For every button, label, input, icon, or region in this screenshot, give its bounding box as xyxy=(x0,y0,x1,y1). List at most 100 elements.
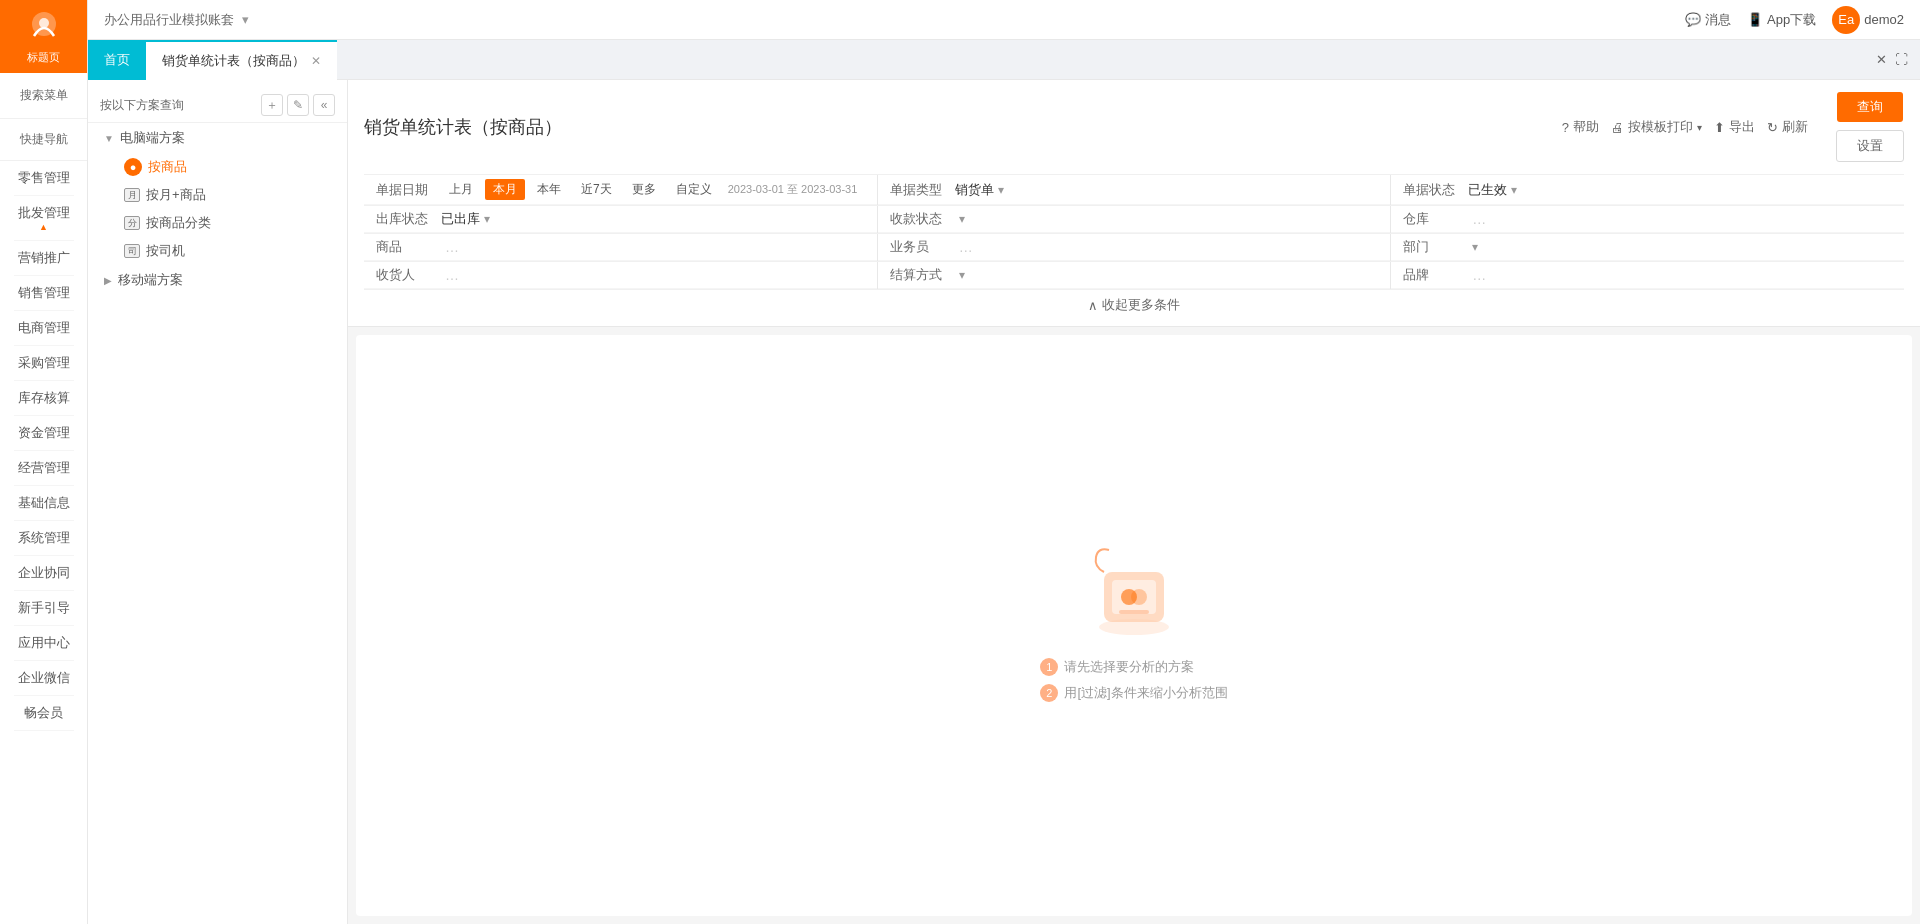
sidebar-item-inventory[interactable]: 库存核算 xyxy=(14,381,74,416)
filter-warehouse-field: 仓库 … xyxy=(1391,206,1904,233)
doc-type-value[interactable]: 销货单 ▾ xyxy=(955,181,1379,199)
message-btn[interactable]: 💬 消息 xyxy=(1685,11,1731,29)
doc-status-value[interactable]: 已生效 ▾ xyxy=(1468,181,1892,199)
help-btn[interactable]: ? 帮助 xyxy=(1562,118,1599,136)
app-download-btn[interactable]: 📱 App下载 xyxy=(1747,11,1816,29)
svg-point-6 xyxy=(1131,589,1147,605)
date-tab-last-month[interactable]: 上月 xyxy=(441,179,481,200)
filter-row-2: 出库状态 已出库 ▾ 收款状态 ▾ xyxy=(364,206,1904,234)
brand-value[interactable]: … xyxy=(1468,267,1892,283)
filter-row-1: 单据日期 上月 本月 本年 近7天 更多 自定义 2023-03-01 至 20… xyxy=(364,174,1904,206)
close-window-icon[interactable]: ✕ xyxy=(1876,52,1887,67)
settings-button[interactable]: 设置 xyxy=(1836,130,1904,162)
avatar-initials: Ea xyxy=(1838,12,1854,27)
sidebar-logo[interactable]: 标题页 xyxy=(0,0,87,73)
tree-mobile-schemes[interactable]: ▶ 移动端方案 xyxy=(88,265,347,295)
search-menu-label[interactable]: 搜索菜单 xyxy=(20,83,68,108)
refresh-icon: ↻ xyxy=(1767,120,1778,135)
tree-item-by-category[interactable]: 分 按商品分类 xyxy=(116,209,347,237)
sidebar-item-member[interactable]: 畅会员 xyxy=(14,696,74,731)
message-icon: 💬 xyxy=(1685,12,1701,27)
sidebar-item-wechat[interactable]: 企业微信 xyxy=(14,661,74,696)
tree-item-by-product[interactable]: ● 按商品 xyxy=(116,153,347,181)
brand-dots-icon[interactable]: … xyxy=(1472,267,1486,283)
export-btn[interactable]: ⬆ 导出 xyxy=(1714,118,1755,136)
sidebar-item-finance[interactable]: 资金管理 xyxy=(14,416,74,451)
collapse-filters-btn[interactable]: ∧ 收起更多条件 xyxy=(364,290,1904,314)
svg-rect-7 xyxy=(1119,610,1149,614)
tab-home[interactable]: 首页 xyxy=(88,40,146,80)
product-value[interactable]: … xyxy=(441,239,865,255)
date-tab-this-month[interactable]: 本月 xyxy=(485,179,525,200)
tree-pc-schemes[interactable]: ▼ 电脑端方案 xyxy=(88,123,347,153)
filter-product-field: 商品 … xyxy=(364,234,877,261)
tree-item-by-driver[interactable]: 司 按司机 xyxy=(116,237,347,265)
tree-toggle-icon: ▼ xyxy=(104,133,114,144)
left-panel: 按以下方案查询 ＋ ✎ « ▼ 电脑端方案 ● 按商品 月 按月+ xyxy=(88,80,348,924)
svg-point-1 xyxy=(39,18,49,28)
collapse-panel-btn[interactable]: « xyxy=(313,94,335,116)
tree-item-by-month-product[interactable]: 月 按月+商品 xyxy=(116,181,347,209)
sidebar-item-basic[interactable]: 基础信息 xyxy=(14,486,74,521)
sidebar-item-inventory-label: 库存核算 xyxy=(18,389,70,407)
department-value[interactable]: ▾ xyxy=(1468,240,1892,254)
sidebar-item-retail[interactable]: 零售管理 xyxy=(14,161,74,196)
add-scheme-btn[interactable]: ＋ xyxy=(261,94,283,116)
warehouse-value[interactable]: … xyxy=(1468,211,1892,227)
sidebar-item-ecommerce[interactable]: 电商管理 xyxy=(14,311,74,346)
sidebar-item-member-label: 畅会员 xyxy=(24,704,63,722)
edit-scheme-btn[interactable]: ✎ xyxy=(287,94,309,116)
sidebar-item-apps[interactable]: 应用中心 xyxy=(14,626,74,661)
tab-sales-stats[interactable]: 销货单统计表（按商品） ✕ xyxy=(146,40,337,80)
sidebar-item-marketing[interactable]: 营销推广 xyxy=(14,241,74,276)
sidebar-quicknav-section: 快捷导航 xyxy=(0,119,87,161)
receipt-status-arrow-icon: ▾ xyxy=(959,212,965,226)
sidebar-item-finance-label: 资金管理 xyxy=(18,424,70,442)
payment-value[interactable]: ▾ xyxy=(955,268,1379,282)
date-tab-custom[interactable]: 自定义 xyxy=(668,179,720,200)
receiver-dots-icon[interactable]: … xyxy=(445,267,459,283)
date-tab-this-year[interactable]: 本年 xyxy=(529,179,569,200)
receipt-status-value[interactable]: ▾ xyxy=(955,212,1379,226)
sidebar-item-procurement[interactable]: 采购管理 xyxy=(14,346,74,381)
out-status-value[interactable]: 已出库 ▾ xyxy=(441,210,865,228)
tab-close-icon[interactable]: ✕ xyxy=(311,54,321,68)
sidebar-item-basic-label: 基础信息 xyxy=(18,494,70,512)
print-btn[interactable]: 🖨 按模板打印 ▾ xyxy=(1611,118,1702,136)
product-dots-icon[interactable]: … xyxy=(445,239,459,255)
date-tab-more[interactable]: 更多 xyxy=(624,179,664,200)
sidebar-item-wholesale[interactable]: 批发管理▲ xyxy=(14,196,74,241)
date-label: 单据日期 xyxy=(376,181,441,199)
sidebar-items-list: 零售管理批发管理▲营销推广销售管理电商管理采购管理库存核算资金管理经营管理基础信… xyxy=(14,161,74,731)
date-tab-7days[interactable]: 近7天 xyxy=(573,179,620,200)
left-panel-title: 按以下方案查询 xyxy=(100,97,255,114)
refresh-btn[interactable]: ↻ 刷新 xyxy=(1767,118,1808,136)
quicknav-label[interactable]: 快捷导航 xyxy=(20,127,68,152)
doc-status-text: 已生效 xyxy=(1468,181,1507,199)
filter-receiver-field: 收货人 … xyxy=(364,262,877,289)
sidebar-item-guide[interactable]: 新手引导 xyxy=(14,591,74,626)
sidebar-item-system[interactable]: 系统管理 xyxy=(14,521,74,556)
sidebar-item-operations[interactable]: 经营管理 xyxy=(14,451,74,486)
filter-doc-type-field: 单据类型 销货单 ▾ xyxy=(878,175,1391,205)
query-button[interactable]: 查询 xyxy=(1837,92,1903,122)
main-content: 办公用品行业模拟账套 ▾ 💬 消息 📱 App下载 Ea demo2 首页 xyxy=(88,0,1920,924)
app-download-label: App下载 xyxy=(1767,11,1816,29)
sidebar-item-sales[interactable]: 销售管理 xyxy=(14,276,74,311)
sidebar-item-enterprise[interactable]: 企业协同 xyxy=(14,556,74,591)
sidebar-item-procurement-label: 采购管理 xyxy=(18,354,70,372)
driver-icon: 司 xyxy=(124,244,140,258)
warehouse-label: 仓库 xyxy=(1403,210,1468,228)
sidebar-item-apps-label: 应用中心 xyxy=(18,634,70,652)
out-status-text: 已出库 xyxy=(441,210,480,228)
sidebar-item-wechat-label: 企业微信 xyxy=(18,669,70,687)
user-profile-btn[interactable]: Ea demo2 xyxy=(1832,6,1904,34)
salesperson-value[interactable]: … xyxy=(955,239,1379,255)
receiver-value[interactable]: … xyxy=(441,267,865,283)
warehouse-dots-icon[interactable]: … xyxy=(1472,211,1486,227)
salesperson-dots-icon[interactable]: … xyxy=(959,239,973,255)
maximize-icon[interactable]: ⛶ xyxy=(1895,52,1908,67)
product-label: 商品 xyxy=(376,238,441,256)
doc-status-label: 单据状态 xyxy=(1403,181,1468,199)
sidebar: 标题页 搜索菜单 快捷导航 零售管理批发管理▲营销推广销售管理电商管理采购管理库… xyxy=(0,0,88,924)
